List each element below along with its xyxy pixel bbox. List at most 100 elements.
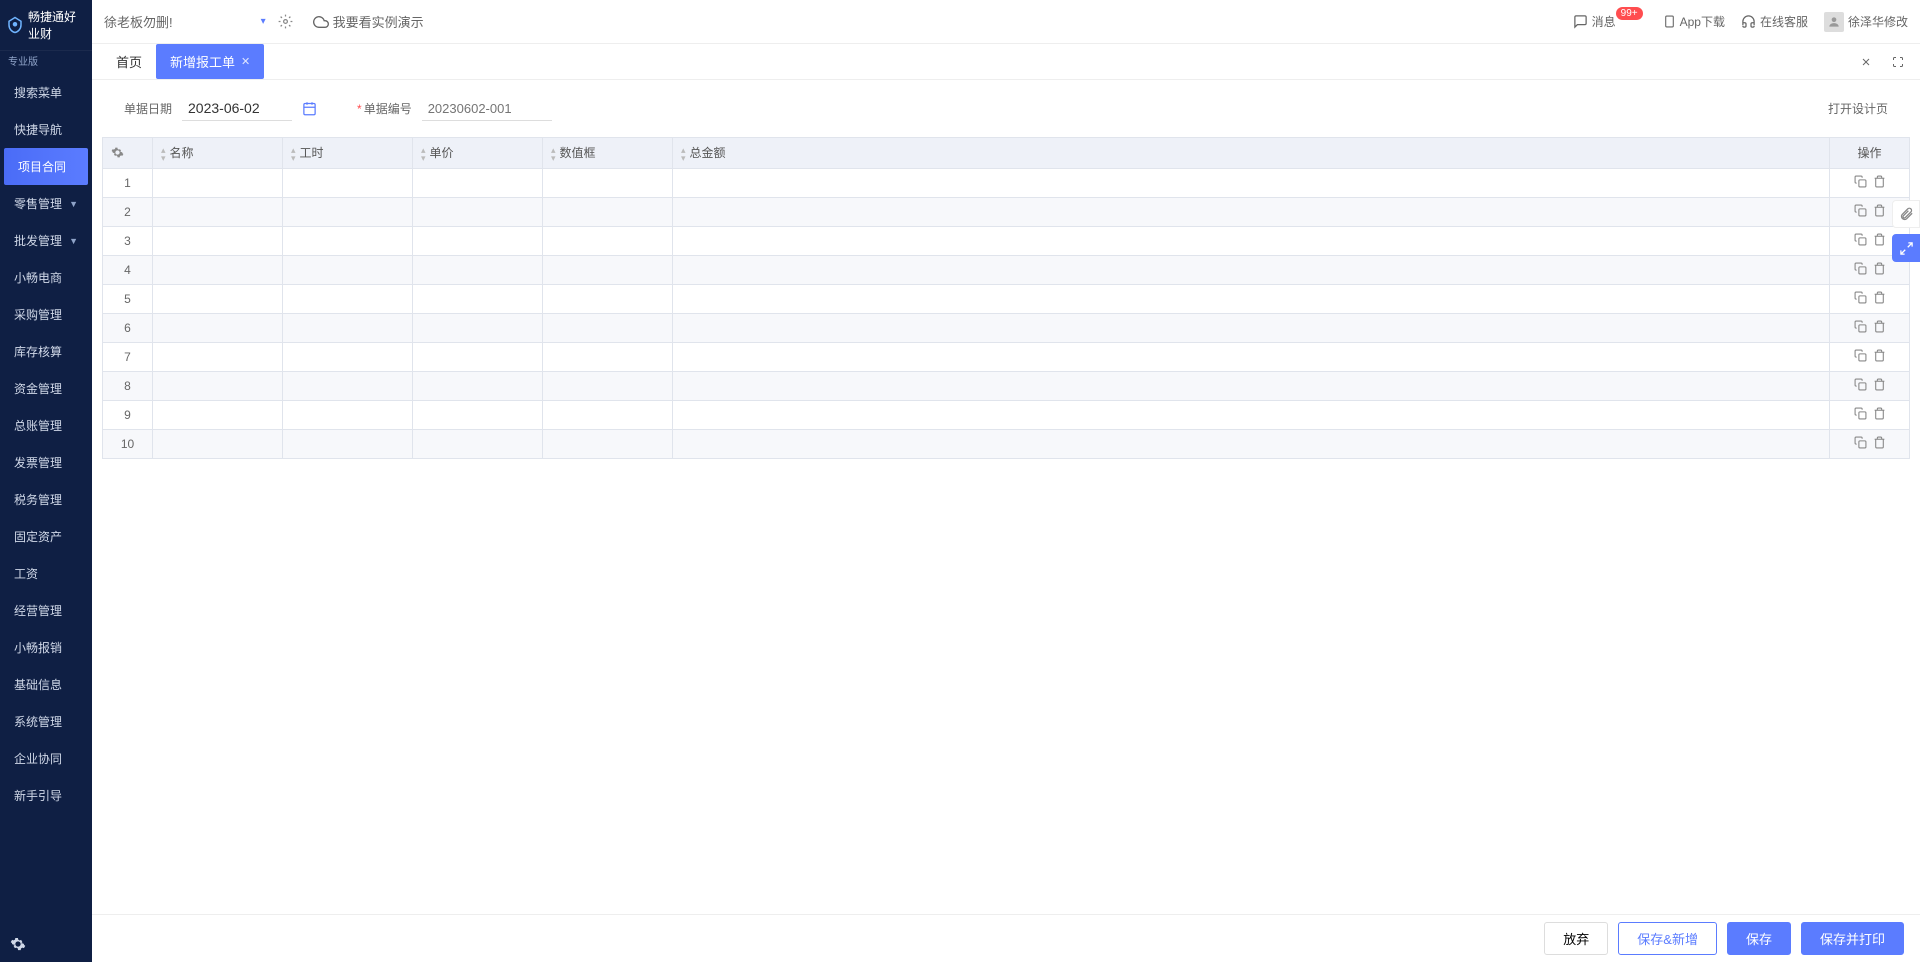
cell-hours[interactable] bbox=[283, 429, 413, 458]
save-button[interactable]: 保存 bbox=[1727, 922, 1791, 955]
column-price[interactable]: ▴▾单价 bbox=[413, 138, 543, 169]
code-input[interactable] bbox=[422, 97, 552, 121]
cell-number[interactable] bbox=[543, 284, 673, 313]
cell-total[interactable] bbox=[673, 429, 1830, 458]
sidebar-item-17[interactable]: 系统管理 bbox=[0, 703, 92, 740]
close-tab-button[interactable] bbox=[1854, 50, 1878, 74]
demo-link[interactable]: 我要看实例演示 bbox=[313, 12, 424, 31]
cell-total[interactable] bbox=[673, 255, 1830, 284]
copy-row-icon[interactable] bbox=[1854, 407, 1867, 420]
cell-hours[interactable] bbox=[283, 313, 413, 342]
sidebar-item-9[interactable]: 总账管理 bbox=[0, 407, 92, 444]
cell-name[interactable] bbox=[153, 371, 283, 400]
cell-total[interactable] bbox=[673, 284, 1830, 313]
cell-total[interactable] bbox=[673, 342, 1830, 371]
delete-row-icon[interactable] bbox=[1873, 378, 1886, 391]
save-and-print-button[interactable]: 保存并打印 bbox=[1801, 922, 1904, 955]
sidebar-item-14[interactable]: 经营管理 bbox=[0, 592, 92, 629]
cell-price[interactable] bbox=[413, 371, 543, 400]
sidebar-item-13[interactable]: 工资 bbox=[0, 555, 92, 592]
copy-row-icon[interactable] bbox=[1854, 320, 1867, 333]
cell-number[interactable] bbox=[543, 226, 673, 255]
delete-row-icon[interactable] bbox=[1873, 204, 1886, 217]
cell-total[interactable] bbox=[673, 168, 1830, 197]
sidebar-item-0[interactable]: 搜索菜单 bbox=[0, 74, 92, 111]
cell-name[interactable] bbox=[153, 342, 283, 371]
table-row[interactable]: 9 bbox=[103, 400, 1910, 429]
cell-price[interactable] bbox=[413, 400, 543, 429]
cell-price[interactable] bbox=[413, 429, 543, 458]
copy-row-icon[interactable] bbox=[1854, 436, 1867, 449]
cell-hours[interactable] bbox=[283, 255, 413, 284]
app-download-button[interactable]: App下载 bbox=[1663, 13, 1725, 30]
cell-hours[interactable] bbox=[283, 284, 413, 313]
close-icon[interactable]: ✕ bbox=[241, 55, 250, 68]
cell-total[interactable] bbox=[673, 400, 1830, 429]
cell-price[interactable] bbox=[413, 168, 543, 197]
cell-price[interactable] bbox=[413, 313, 543, 342]
delete-row-icon[interactable] bbox=[1873, 349, 1886, 362]
table-row[interactable]: 3 bbox=[103, 226, 1910, 255]
messages-button[interactable]: 消息 99+ bbox=[1573, 13, 1647, 30]
customer-service-button[interactable]: 在线客服 bbox=[1741, 13, 1808, 30]
cell-name[interactable] bbox=[153, 168, 283, 197]
cell-number[interactable] bbox=[543, 168, 673, 197]
table-row[interactable]: 8 bbox=[103, 371, 1910, 400]
save-and-new-button[interactable]: 保存&新增 bbox=[1618, 922, 1717, 955]
sidebar-item-3[interactable]: 零售管理▼ bbox=[0, 185, 92, 222]
delete-row-icon[interactable] bbox=[1873, 320, 1886, 333]
cell-hours[interactable] bbox=[283, 197, 413, 226]
copy-row-icon[interactable] bbox=[1854, 204, 1867, 217]
table-row[interactable]: 7 bbox=[103, 342, 1910, 371]
table-row[interactable]: 1 bbox=[103, 168, 1910, 197]
cell-name[interactable] bbox=[153, 255, 283, 284]
sidebar-item-15[interactable]: 小畅报销 bbox=[0, 629, 92, 666]
calendar-icon[interactable] bbox=[302, 101, 317, 116]
sidebar-item-8[interactable]: 资金管理 bbox=[0, 370, 92, 407]
cell-total[interactable] bbox=[673, 226, 1830, 255]
sidebar-item-12[interactable]: 固定资产 bbox=[0, 518, 92, 555]
delete-row-icon[interactable] bbox=[1873, 175, 1886, 188]
cell-number[interactable] bbox=[543, 400, 673, 429]
cell-price[interactable] bbox=[413, 197, 543, 226]
table-row[interactable]: 4 bbox=[103, 255, 1910, 284]
sidebar-item-2[interactable]: 项目合同 bbox=[4, 148, 88, 185]
cell-hours[interactable] bbox=[283, 168, 413, 197]
cell-name[interactable] bbox=[153, 226, 283, 255]
open-design-link[interactable]: 打开设计页 bbox=[1828, 100, 1888, 117]
sidebar-item-6[interactable]: 采购管理 bbox=[0, 296, 92, 333]
copy-row-icon[interactable] bbox=[1854, 349, 1867, 362]
table-row[interactable]: 6 bbox=[103, 313, 1910, 342]
cell-name[interactable] bbox=[153, 313, 283, 342]
copy-row-icon[interactable] bbox=[1854, 233, 1867, 246]
sidebar-settings-icon[interactable] bbox=[10, 936, 82, 952]
copy-row-icon[interactable] bbox=[1854, 175, 1867, 188]
sidebar-item-4[interactable]: 批发管理▼ bbox=[0, 222, 92, 259]
sidebar-item-18[interactable]: 企业协同 bbox=[0, 740, 92, 777]
delete-row-icon[interactable] bbox=[1873, 233, 1886, 246]
tab-1[interactable]: 新增报工单✕ bbox=[156, 44, 264, 79]
cell-name[interactable] bbox=[153, 400, 283, 429]
cell-price[interactable] bbox=[413, 284, 543, 313]
sidebar-item-10[interactable]: 发票管理 bbox=[0, 444, 92, 481]
delete-row-icon[interactable] bbox=[1873, 291, 1886, 304]
column-total[interactable]: ▴▾总金额 bbox=[673, 138, 1830, 169]
company-settings-icon[interactable] bbox=[278, 14, 293, 29]
sidebar-item-7[interactable]: 库存核算 bbox=[0, 333, 92, 370]
table-row[interactable]: 10 bbox=[103, 429, 1910, 458]
sidebar-item-11[interactable]: 税务管理 bbox=[0, 481, 92, 518]
column-hours[interactable]: ▴▾工时 bbox=[283, 138, 413, 169]
discard-button[interactable]: 放弃 bbox=[1544, 922, 1608, 955]
company-selector[interactable]: 徐老板勿删! ▾ bbox=[104, 12, 266, 31]
cell-hours[interactable] bbox=[283, 371, 413, 400]
delete-row-icon[interactable] bbox=[1873, 407, 1886, 420]
copy-row-icon[interactable] bbox=[1854, 291, 1867, 304]
sidebar-item-16[interactable]: 基础信息 bbox=[0, 666, 92, 703]
cell-hours[interactable] bbox=[283, 400, 413, 429]
tab-0[interactable]: 首页 bbox=[102, 44, 156, 79]
delete-row-icon[interactable] bbox=[1873, 436, 1886, 449]
column-number[interactable]: ▴▾数值框 bbox=[543, 138, 673, 169]
user-menu[interactable]: 徐泽华修改 bbox=[1824, 12, 1908, 32]
cell-number[interactable] bbox=[543, 197, 673, 226]
expand-button[interactable] bbox=[1892, 234, 1920, 262]
